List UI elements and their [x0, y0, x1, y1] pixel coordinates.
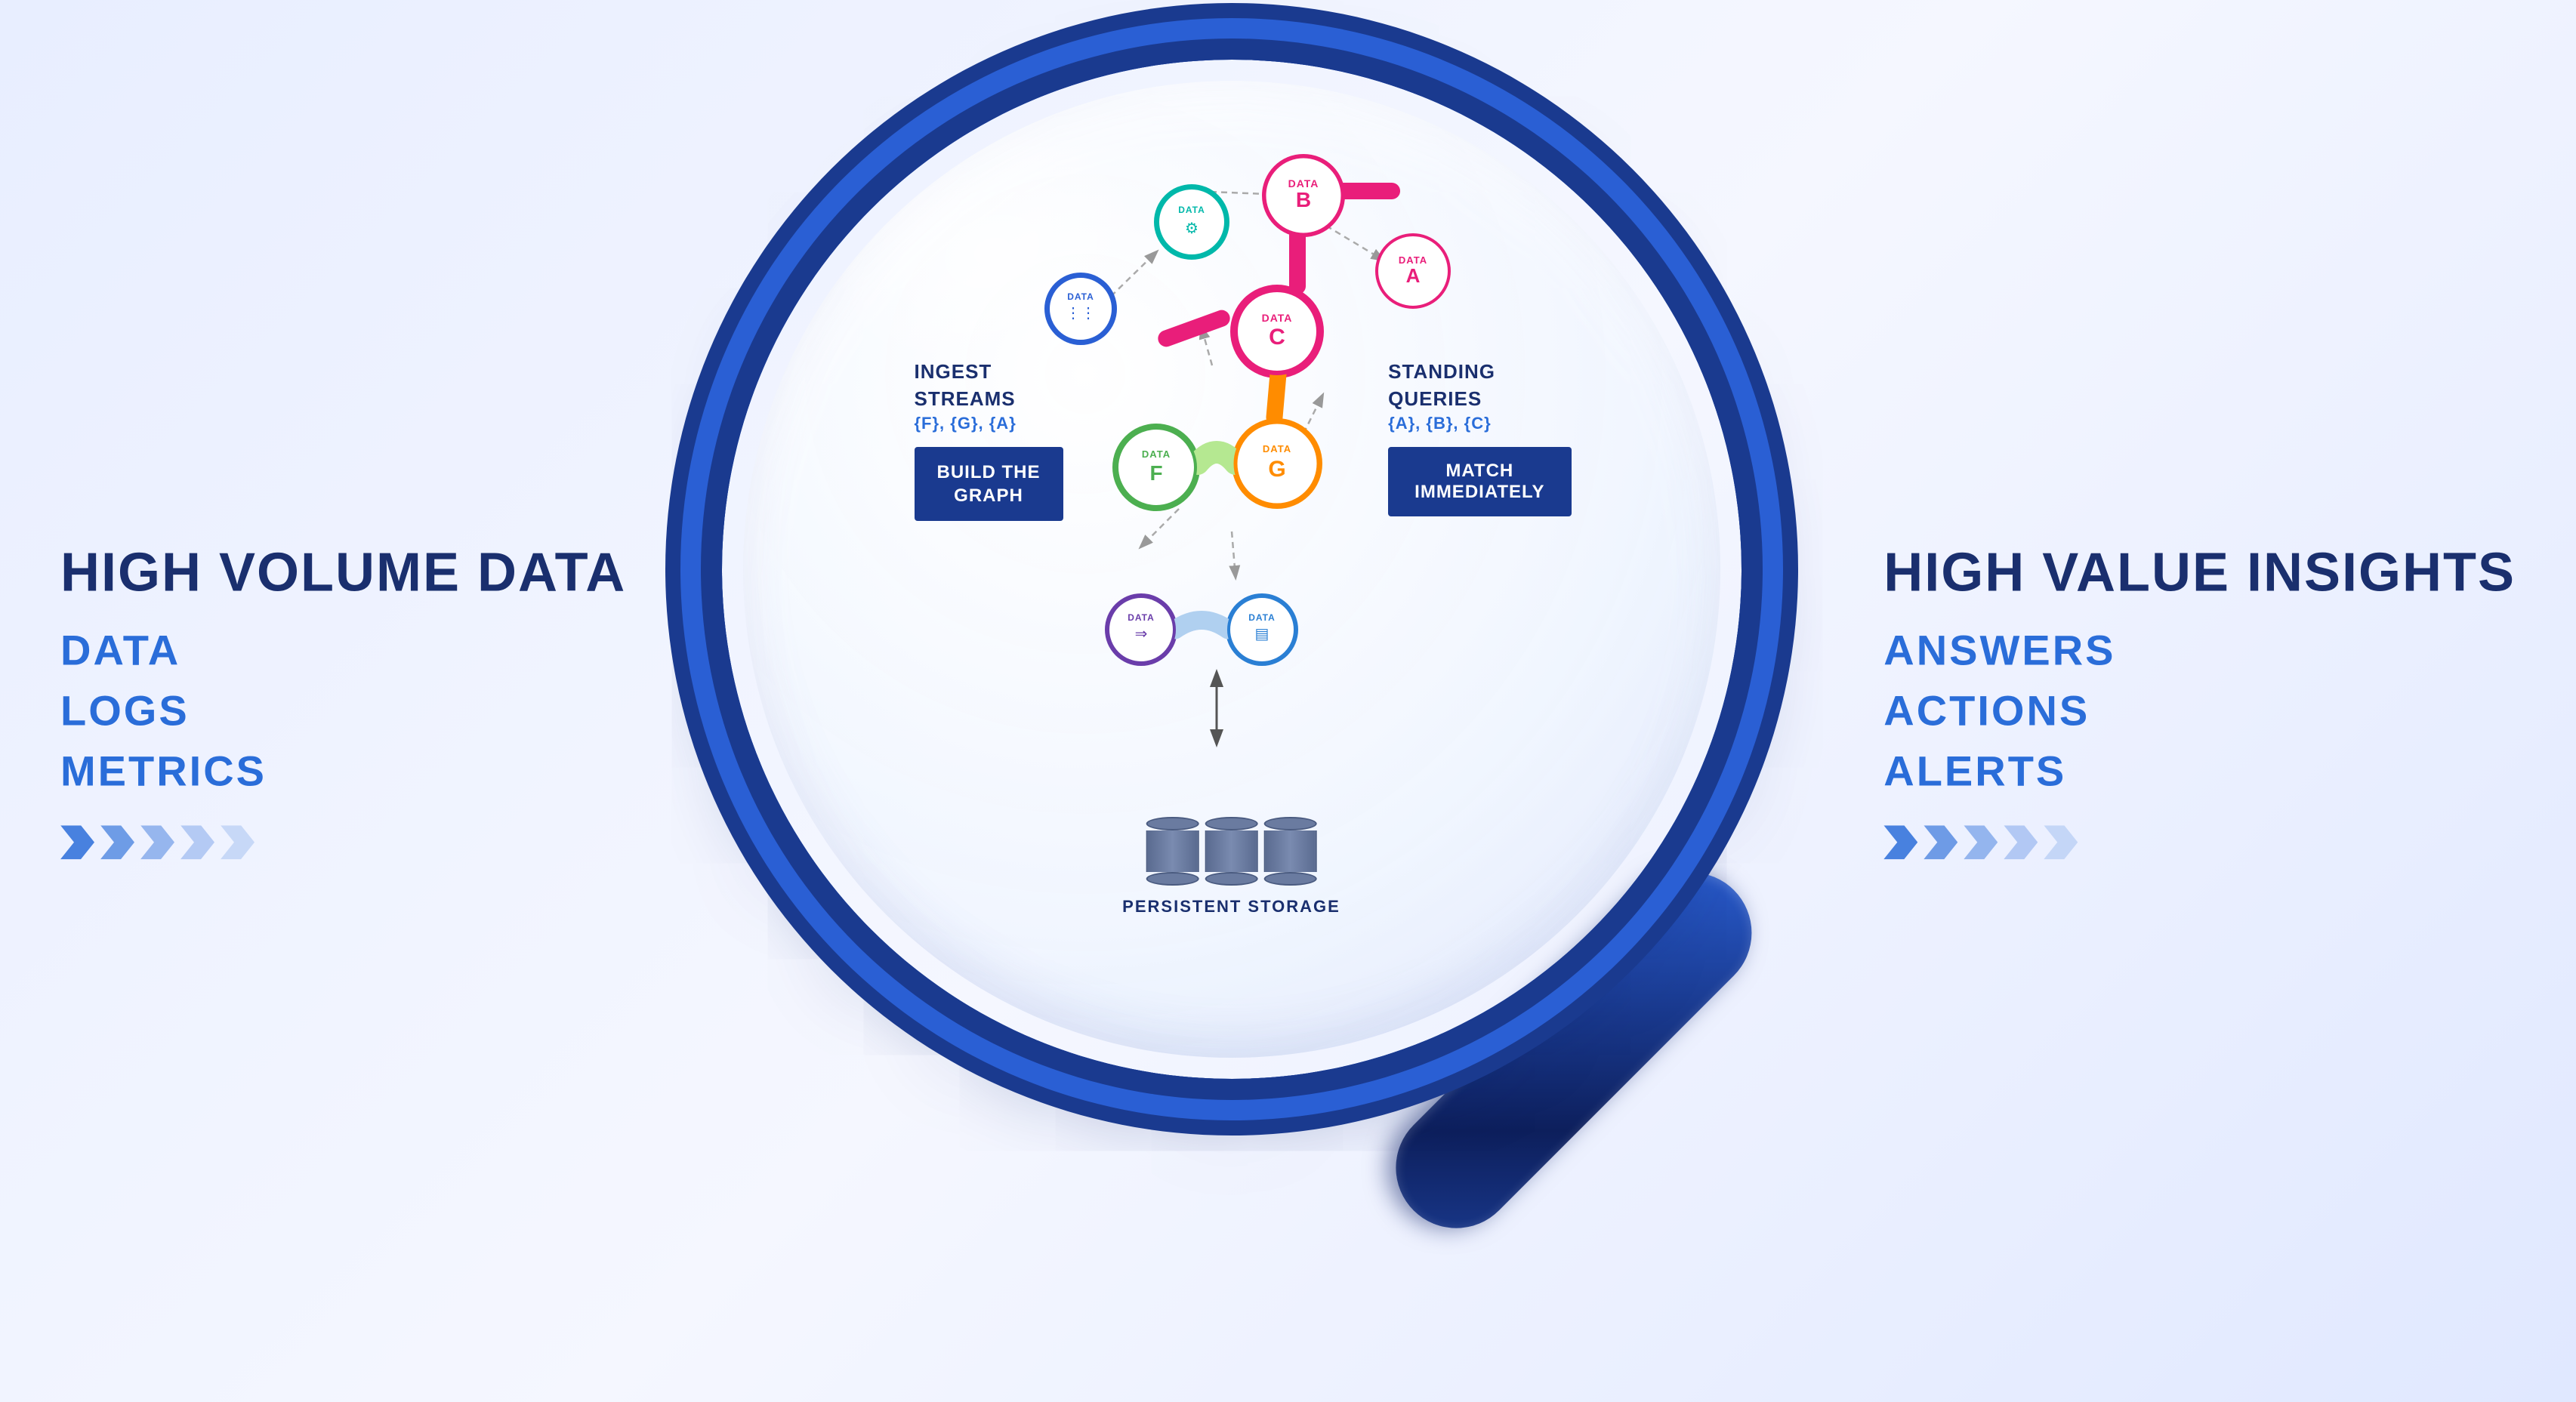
right-panel-items: ANSWERS ACTIONS ALERTS [1883, 625, 2115, 795]
left-item-logs: LOGS [60, 686, 267, 735]
right-panel: HIGH VALUE INSIGHTS ANSWERS ACTIONS ALER… [1883, 543, 2516, 859]
db-top-1 [1146, 817, 1199, 830]
db-bottom-3 [1263, 872, 1316, 886]
bottom-nodes-connector [1175, 620, 1228, 630]
magnifier-lens: INGEST STREAMS {F}, {G}, {A} BUILD THEGR… [722, 60, 1741, 1079]
right-item-actions: ACTIONS [1883, 686, 2115, 735]
right-item-answers: ANSWERS [1883, 625, 2115, 674]
db-top-3 [1263, 817, 1316, 830]
arrow-chevron-1 [60, 825, 94, 859]
db-body-1 [1146, 830, 1199, 872]
right-panel-title: HIGH VALUE INSIGHTS [1883, 543, 2516, 602]
node-f-datalabel: DATA [1141, 448, 1170, 460]
db-cylinder-3 [1263, 817, 1316, 886]
node-blueleft-icon: ⋮⋮ [1066, 305, 1096, 322]
left-panel: HIGH VOLUME DATA DATA LOGS METRICS [60, 543, 626, 859]
node-g-datalabel: DATA [1262, 443, 1291, 454]
node-blueright-icon: ▤ [1254, 626, 1269, 642]
storage-area: PERSISTENT STORAGE [1122, 817, 1340, 917]
db-bottom-2 [1205, 872, 1257, 886]
arrow-chevron-3 [140, 825, 174, 859]
node-purple-icon: ⇒ [1134, 626, 1147, 642]
arm-b-c [1289, 226, 1306, 294]
db-body-3 [1263, 830, 1316, 872]
node-g-letter: G [1268, 457, 1285, 482]
node-f-letter: F [1149, 461, 1162, 485]
db-bottom-1 [1146, 872, 1199, 886]
node-blueleft-datalabel: DATA [1067, 291, 1094, 302]
node-blueright-datalabel: DATA [1248, 612, 1276, 623]
db-cylinder-2 [1205, 817, 1257, 886]
db-cylinder-1 [1146, 817, 1199, 886]
db-top-2 [1205, 817, 1257, 830]
right-arrow-chevron-1 [1883, 825, 1917, 859]
right-arrow-chevron-5 [2044, 825, 2078, 859]
node-c-datalabel: DATA [1261, 312, 1292, 324]
arrow-chevron-5 [221, 825, 255, 859]
node-b-letter: B [1295, 188, 1310, 211]
dashed-line-g-blue [1232, 532, 1236, 577]
right-arrows [1883, 825, 2078, 859]
dashed-line-f-purple [1141, 509, 1179, 547]
page-container: HIGH VOLUME DATA DATA LOGS METRICS [0, 0, 2576, 1402]
graph-svg: DATA B DATA A DATA C DATA ⚙ [854, 109, 1609, 939]
node-a-letter: A [1405, 264, 1420, 287]
graph-area: INGEST STREAMS {F}, {G}, {A} BUILD THEGR… [854, 109, 1609, 939]
right-arrow-chevron-4 [2004, 825, 2038, 859]
arm-c-left [1155, 307, 1232, 349]
db-body-2 [1205, 830, 1257, 872]
node-purple-datalabel: DATA [1128, 612, 1155, 623]
right-item-alerts: ALERTS [1883, 746, 2115, 795]
fg-connector [1198, 452, 1236, 464]
node-teal-datalabel: DATA [1178, 205, 1205, 215]
arrow-chevron-2 [100, 825, 134, 859]
db-group [1146, 817, 1316, 886]
magnifier: INGEST STREAMS {F}, {G}, {A} BUILD THEGR… [722, 60, 1855, 1343]
left-arrows [60, 825, 255, 859]
left-panel-title: HIGH VOLUME DATA [60, 543, 626, 602]
right-arrow-chevron-3 [1964, 825, 1998, 859]
dashed-line-b-a [1326, 226, 1383, 260]
arrow-chevron-4 [180, 825, 214, 859]
node-c-letter: C [1269, 325, 1285, 350]
lens-content: INGEST STREAMS {F}, {G}, {A} BUILD THEGR… [743, 81, 1720, 1058]
left-item-metrics: METRICS [60, 746, 267, 795]
right-arrow-chevron-2 [1924, 825, 1957, 859]
node-teal-icon: ⚙ [1185, 220, 1199, 237]
left-panel-items: DATA LOGS METRICS [60, 625, 267, 795]
left-item-data: DATA [60, 625, 267, 674]
storage-label: PERSISTENT STORAGE [1122, 897, 1340, 917]
